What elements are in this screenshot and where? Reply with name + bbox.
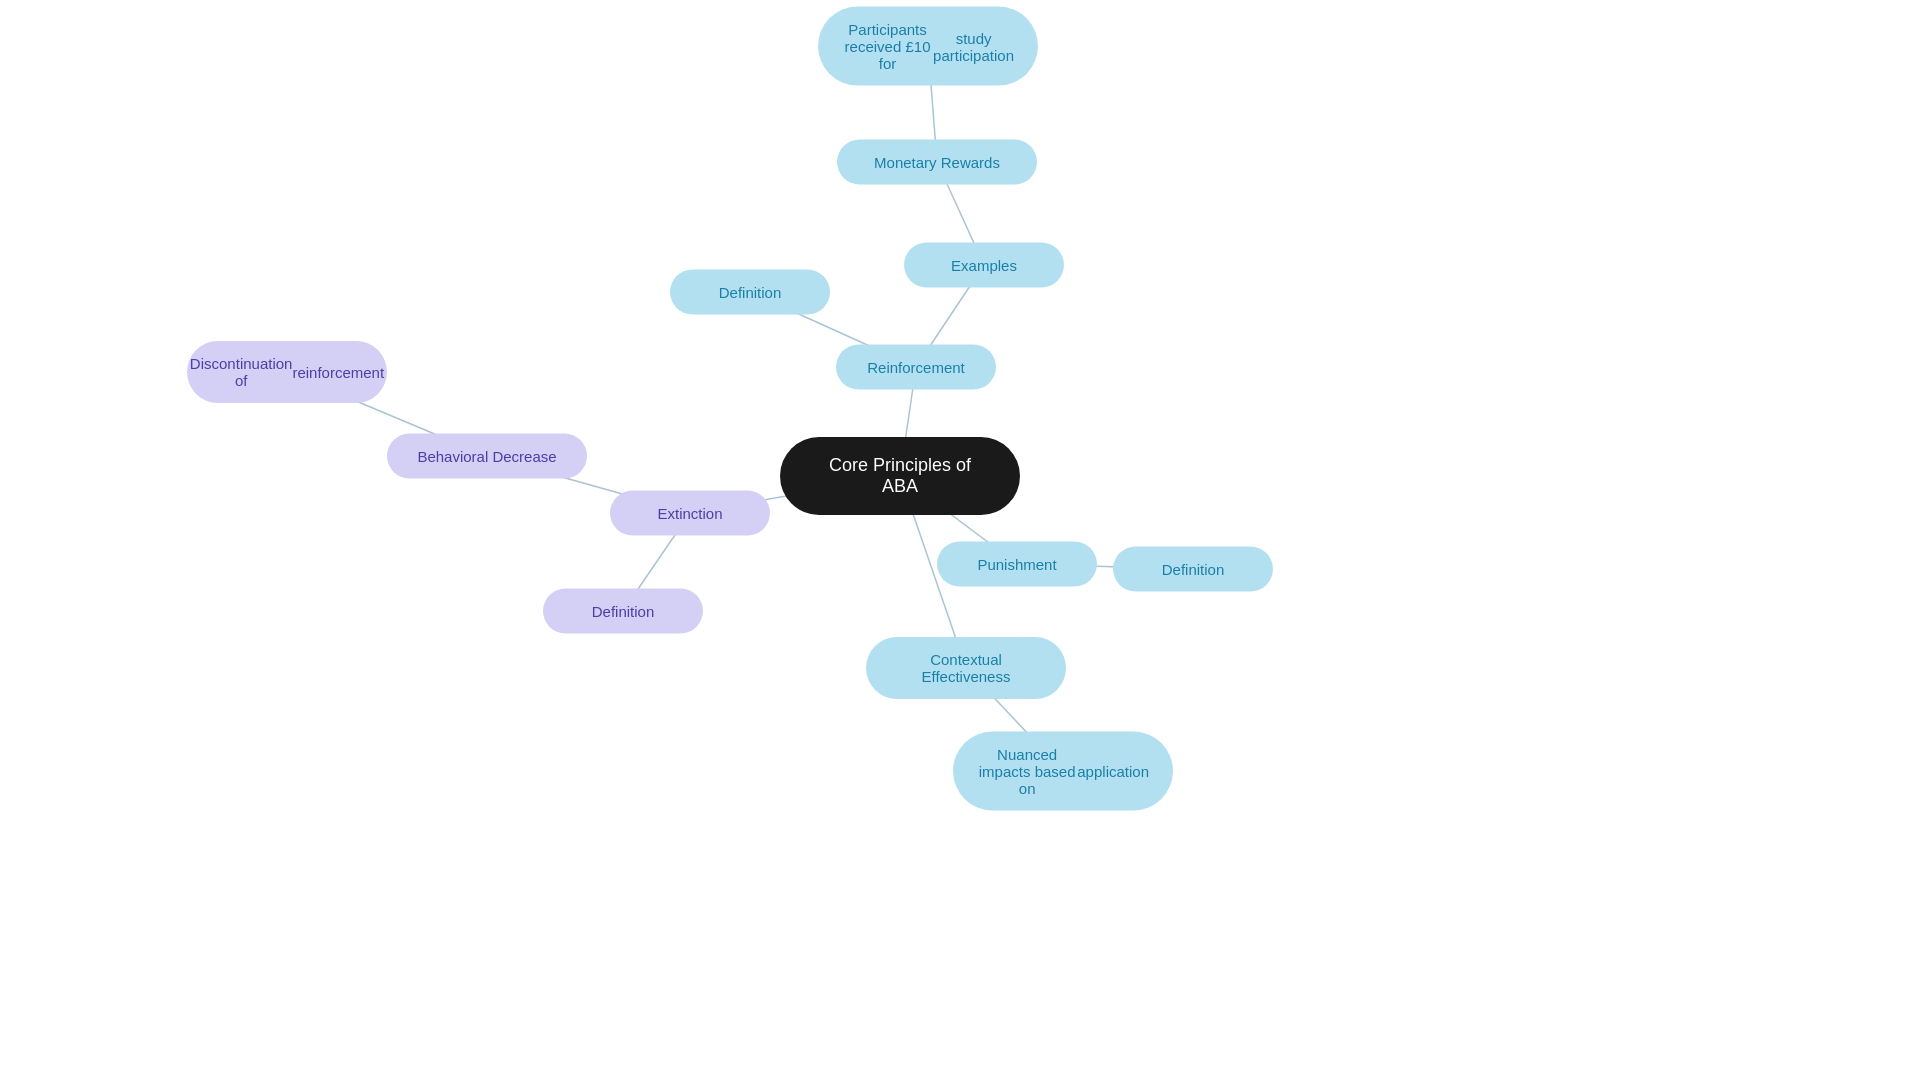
node-behavioral_decrease[interactable]: Behavioral Decrease <box>387 434 587 479</box>
node-monetary_rewards[interactable]: Monetary Rewards <box>837 140 1037 185</box>
node-examples[interactable]: Examples <box>904 243 1064 288</box>
node-definition_pun[interactable]: Definition <box>1113 547 1273 592</box>
node-discontinuation[interactable]: Discontinuation ofreinforcement <box>187 341 387 403</box>
node-extinction[interactable]: Extinction <box>610 491 770 536</box>
node-definition_reinf[interactable]: Definition <box>670 270 830 315</box>
node-center[interactable]: Core Principles of ABA <box>780 437 1020 515</box>
node-reinforcement[interactable]: Reinforcement <box>836 345 996 390</box>
node-definition_ext[interactable]: Definition <box>543 589 703 634</box>
node-punishment[interactable]: Punishment <box>937 542 1097 587</box>
node-contextual[interactable]: Contextual Effectiveness <box>866 637 1066 699</box>
node-nuanced[interactable]: Nuanced impacts based onapplication <box>953 732 1173 811</box>
node-participants[interactable]: Participants received £10 forstudy parti… <box>818 7 1038 86</box>
